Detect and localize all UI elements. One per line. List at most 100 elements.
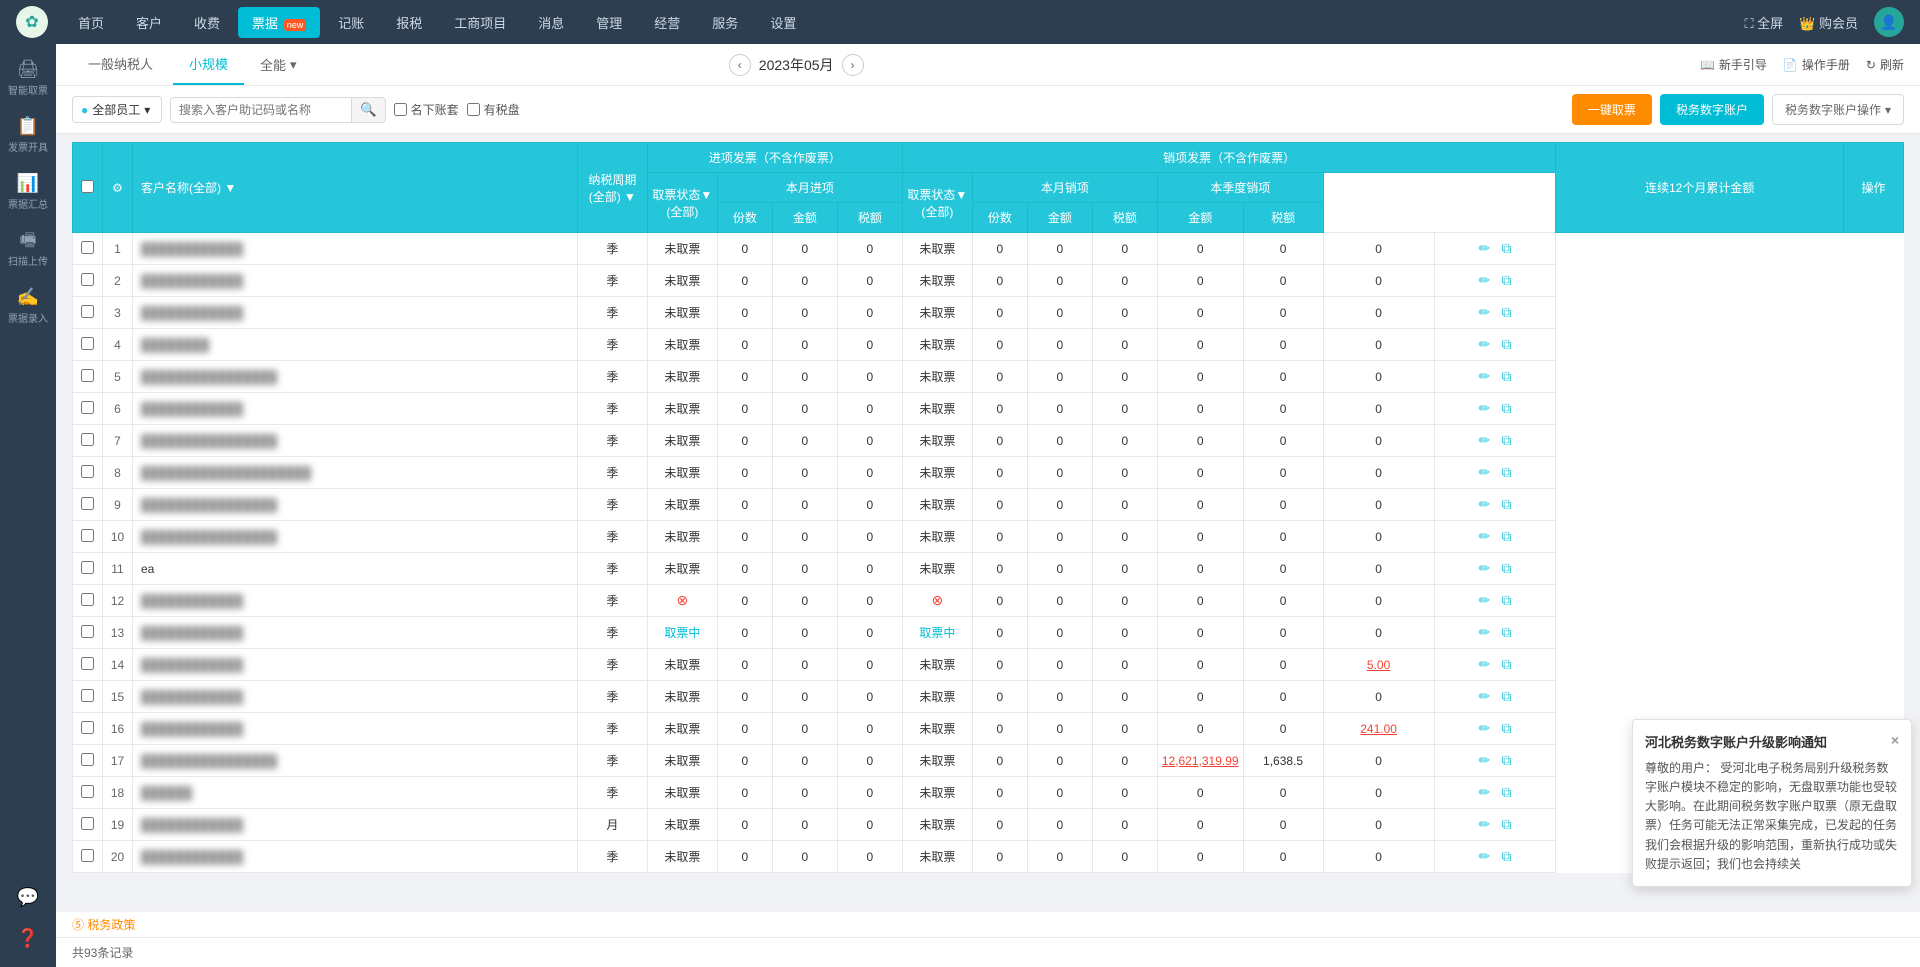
row-checkbox[interactable]: [81, 369, 94, 382]
nav-message[interactable]: 消息: [524, 7, 578, 38]
sidebar-item-invoice[interactable]: 📋 发票开具: [3, 109, 53, 162]
edit-btn[interactable]: ✏: [1474, 238, 1494, 259]
row-checkbox[interactable]: [81, 753, 94, 766]
nav-fee[interactable]: 收费: [180, 7, 234, 38]
row-checkbox[interactable]: [81, 273, 94, 286]
copy-btn[interactable]: ⧉: [1498, 526, 1516, 547]
nav-home[interactable]: 首页: [64, 7, 118, 38]
edit-btn[interactable]: ✏: [1474, 526, 1494, 547]
checkbox-taxpanel[interactable]: 有税盘: [467, 101, 520, 118]
caozuo-btn[interactable]: 税务数字账户操作 ▾: [1772, 94, 1904, 125]
bottom-link[interactable]: ⑤ 税务政策: [56, 911, 1920, 937]
copy-btn[interactable]: ⧉: [1498, 814, 1516, 835]
edit-btn[interactable]: ✏: [1474, 654, 1494, 675]
siji-amount-link[interactable]: 12,621,319.99: [1162, 754, 1239, 768]
row-checkbox[interactable]: [81, 785, 94, 798]
copy-btn[interactable]: ⧉: [1498, 750, 1516, 771]
checkbox-accounts[interactable]: 名下账套: [394, 101, 459, 118]
employee-select[interactable]: ● 全部员工 ▾: [72, 96, 162, 123]
edit-btn[interactable]: ✏: [1474, 622, 1494, 643]
copy-btn[interactable]: ⧉: [1498, 366, 1516, 387]
edit-btn[interactable]: ✏: [1474, 782, 1494, 803]
edit-btn[interactable]: ✏: [1474, 270, 1494, 291]
search-button[interactable]: 🔍: [351, 98, 385, 122]
copy-btn[interactable]: ⧉: [1498, 238, 1516, 259]
copy-btn[interactable]: ⧉: [1498, 494, 1516, 515]
tax-policy-link[interactable]: ⑤ 税务政策: [72, 916, 135, 933]
edit-btn[interactable]: ✏: [1474, 462, 1494, 483]
row-checkbox[interactable]: [81, 817, 94, 830]
row-checkbox[interactable]: [81, 721, 94, 734]
copy-btn[interactable]: ⧉: [1498, 590, 1516, 611]
row-checkbox[interactable]: [81, 625, 94, 638]
membership-btn[interactable]: 👑 购会员: [1799, 13, 1858, 32]
row-checkbox[interactable]: [81, 337, 94, 350]
nav-manage[interactable]: 管理: [582, 7, 636, 38]
sidebar-item-entry[interactable]: ✍ 票据录入: [3, 280, 53, 333]
tab-small[interactable]: 小规模: [173, 44, 244, 85]
nav-ticket[interactable]: 票据 new: [238, 7, 320, 38]
copy-btn[interactable]: ⧉: [1498, 718, 1516, 739]
row-checkbox[interactable]: [81, 241, 94, 254]
copy-btn[interactable]: ⧉: [1498, 270, 1516, 291]
edit-btn[interactable]: ✏: [1474, 302, 1494, 323]
copy-btn[interactable]: ⧉: [1498, 558, 1516, 579]
fullscreen-btn[interactable]: ⛶ 全屏: [1744, 13, 1783, 32]
yijian-btn[interactable]: 一键取票: [1572, 94, 1652, 125]
edit-btn[interactable]: ✏: [1474, 590, 1494, 611]
amount-link[interactable]: 241.00: [1360, 722, 1397, 736]
sidebar-item-smartticket[interactable]: 🖨 智能取票: [3, 52, 53, 105]
row-checkbox[interactable]: [81, 305, 94, 318]
nav-operation[interactable]: 经营: [640, 7, 694, 38]
period-prev-btn[interactable]: ‹: [729, 54, 751, 76]
select-all-checkbox[interactable]: [81, 180, 94, 193]
edit-btn[interactable]: ✏: [1474, 494, 1494, 515]
new-guide-link[interactable]: 📖 新手引导: [1700, 56, 1767, 73]
search-input[interactable]: [171, 99, 351, 121]
accounts-checkbox[interactable]: [394, 103, 407, 116]
row-checkbox[interactable]: [81, 593, 94, 606]
sidebar-item-summary[interactable]: 📊 票据汇总: [3, 166, 53, 219]
row-checkbox[interactable]: [81, 529, 94, 542]
row-checkbox[interactable]: [81, 433, 94, 446]
sidebar-item-scan[interactable]: 🖷 扫描上传: [3, 223, 53, 276]
nav-service[interactable]: 服务: [698, 7, 752, 38]
sidebar-chat-icon[interactable]: 💬: [11, 881, 45, 914]
copy-btn[interactable]: ⧉: [1498, 430, 1516, 451]
edit-btn[interactable]: ✏: [1474, 558, 1494, 579]
copy-btn[interactable]: ⧉: [1498, 398, 1516, 419]
row-checkbox[interactable]: [81, 497, 94, 510]
edit-btn[interactable]: ✏: [1474, 718, 1494, 739]
shuwu-btn[interactable]: 税务数字账户: [1660, 94, 1764, 125]
row-checkbox[interactable]: [81, 465, 94, 478]
copy-btn[interactable]: ⧉: [1498, 686, 1516, 707]
copy-btn[interactable]: ⧉: [1498, 302, 1516, 323]
edit-btn[interactable]: ✏: [1474, 750, 1494, 771]
nav-bookkeeping[interactable]: 记账: [324, 7, 378, 38]
edit-btn[interactable]: ✏: [1474, 686, 1494, 707]
copy-btn[interactable]: ⧉: [1498, 622, 1516, 643]
row-checkbox[interactable]: [81, 657, 94, 670]
amount-link[interactable]: 5.00: [1367, 658, 1390, 672]
edit-btn[interactable]: ✏: [1474, 398, 1494, 419]
copy-btn[interactable]: ⧉: [1498, 782, 1516, 803]
edit-btn[interactable]: ✏: [1474, 846, 1494, 867]
copy-btn[interactable]: ⧉: [1498, 462, 1516, 483]
nav-setting[interactable]: 设置: [756, 7, 810, 38]
notification-close-btn[interactable]: ×: [1891, 732, 1899, 751]
edit-btn[interactable]: ✏: [1474, 430, 1494, 451]
nav-tax[interactable]: 报税: [382, 7, 436, 38]
copy-btn[interactable]: ⧉: [1498, 846, 1516, 867]
period-next-btn[interactable]: ›: [842, 54, 864, 76]
manual-link[interactable]: 📄 操作手册: [1783, 56, 1850, 73]
tab-general[interactable]: 一般纳税人: [72, 44, 169, 85]
row-checkbox[interactable]: [81, 561, 94, 574]
copy-btn[interactable]: ⧉: [1498, 334, 1516, 355]
refresh-link[interactable]: ↻ 刷新: [1866, 56, 1904, 73]
edit-btn[interactable]: ✏: [1474, 334, 1494, 355]
row-checkbox[interactable]: [81, 689, 94, 702]
sidebar-help-icon[interactable]: ❓: [11, 922, 45, 955]
edit-btn[interactable]: ✏: [1474, 814, 1494, 835]
tab-quanbu[interactable]: 全能 ▾: [248, 45, 309, 84]
nav-customer[interactable]: 客户: [122, 7, 176, 38]
